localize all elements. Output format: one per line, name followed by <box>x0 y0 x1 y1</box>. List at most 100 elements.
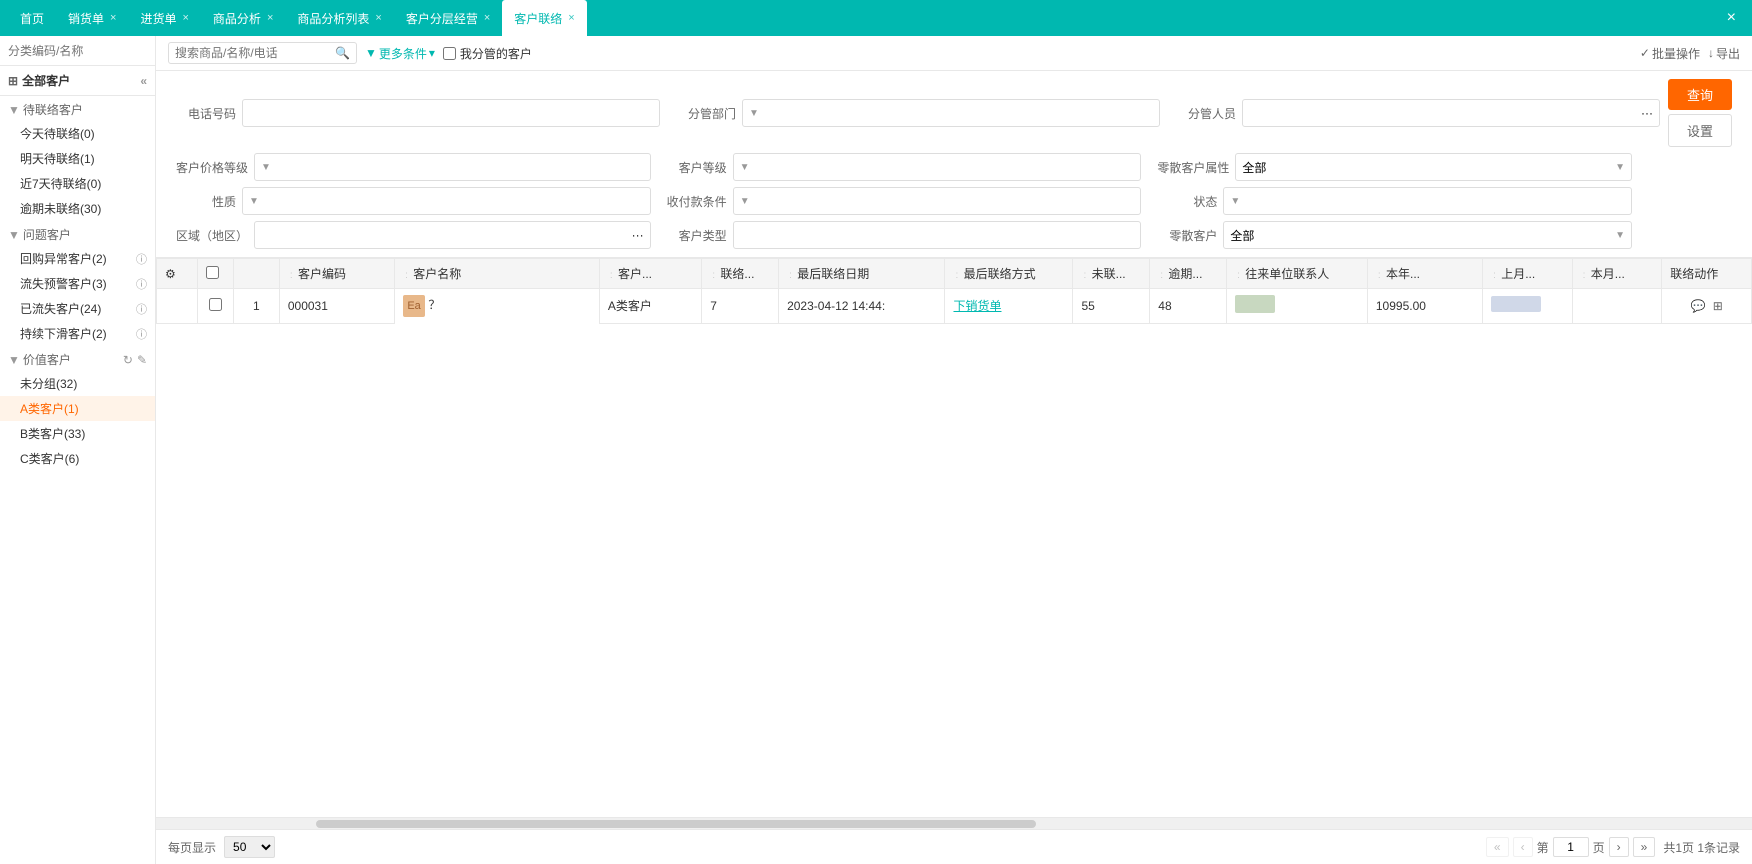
col-sep-od: : <box>1160 270 1163 281</box>
col-sep-cy: : <box>1378 270 1381 281</box>
close-customer-contact[interactable]: × <box>568 12 574 24</box>
nav-home[interactable]: 首页 <box>8 0 56 36</box>
data-table: ⚙ : 客户编码 : 客户名称 : 客户... <box>156 258 1752 324</box>
sidebar-item-overdue-contact[interactable]: 逾期未联络(30) <box>0 196 155 221</box>
sidebar-group-value[interactable]: ▼ 价值客户 ↻ ✎ <box>0 346 155 371</box>
filter-dept-label: 分管部门 <box>676 105 736 122</box>
sidebar-group-pending[interactable]: ▼ 待联络客户 <box>0 96 155 121</box>
filter-row-2: 客户价格等级 ▼ 客户等级 ▼ 零散客户属性 全部 ▼ <box>168 153 1740 181</box>
checkbox-all[interactable] <box>206 266 219 279</box>
more-down-arrow: ▾ <box>429 46 435 60</box>
th-current-month[interactable]: : 本月... <box>1572 259 1662 289</box>
filter-customer-type-input[interactable] <box>733 221 1142 249</box>
filter-search-input[interactable] <box>175 46 335 60</box>
filter-search-icon[interactable]: 🔍 <box>335 46 350 60</box>
td-last-contact-date: 2023-04-12 14:44: <box>779 289 945 324</box>
filter-status-select[interactable]: ▼ <box>1223 187 1632 215</box>
next-page-btn[interactable]: › <box>1609 837 1629 857</box>
th-gear[interactable]: ⚙ <box>157 259 198 289</box>
first-page-btn[interactable]: « <box>1486 837 1509 857</box>
th-type[interactable]: : 客户... <box>599 259 701 289</box>
td-index: 1 <box>233 289 279 324</box>
collapse-all-icon[interactable]: « <box>140 74 147 88</box>
sidebar: 🔍 ⊞ 全部客户 « ▼ 待联络客户 今天待联络(0) 明天待联络(1) 近7天… <box>0 36 156 864</box>
filter-scatter-customer-select[interactable]: 全部 ▼ <box>1223 221 1632 249</box>
close-purchase[interactable]: × <box>182 12 188 24</box>
sidebar-group-problem[interactable]: ▼ 问题客户 <box>0 221 155 246</box>
row-checkbox[interactable] <box>209 298 222 311</box>
col-sep-lcm: : <box>955 270 958 281</box>
filter-dept-select[interactable]: ▼ <box>742 99 1160 127</box>
sidebar-item-a-class[interactable]: A类客户(1) <box>0 396 155 421</box>
sidebar-item-abnormal-repurchase[interactable]: 回购异常客户(2) ⓘ <box>0 246 155 271</box>
td-checkbox[interactable] <box>197 289 233 324</box>
sidebar-item-churned[interactable]: 已流失客户(24) ⓘ <box>0 296 155 321</box>
sidebar-all-customers[interactable]: ⊞ 全部客户 « <box>0 66 155 96</box>
close-customer-tier[interactable]: × <box>484 12 490 24</box>
filter-payment-select[interactable]: ▼ <box>733 187 1142 215</box>
my-customers-check[interactable] <box>443 47 456 60</box>
sidebar-item-7days[interactable]: 近7天待联络(0) <box>0 171 155 196</box>
th-no-contact[interactable]: : 未联... <box>1073 259 1150 289</box>
sidebar-item-c-class[interactable]: C类客户(6) <box>0 446 155 471</box>
nav-customer-tier[interactable]: 客户分层经营 × <box>394 0 502 36</box>
th-overdue[interactable]: : 逾期... <box>1150 259 1227 289</box>
th-contact-person[interactable]: : 往来单位联系人 <box>1227 259 1368 289</box>
last-page-btn[interactable]: » <box>1633 837 1656 857</box>
export-icon: ↓ <box>1708 46 1714 60</box>
nav-goods-analysis[interactable]: 商品分析 × <box>201 0 285 36</box>
close-sales[interactable]: × <box>110 12 116 24</box>
edit-icon[interactable]: ✎ <box>137 353 147 367</box>
contact-method-link[interactable]: 下销货单 <box>953 299 1001 313</box>
nav-sales[interactable]: 销货单 × <box>56 0 128 36</box>
sidebar-item-today[interactable]: 今天待联络(0) <box>0 121 155 146</box>
query-btn[interactable]: 查询 <box>1668 79 1732 110</box>
per-page-select[interactable]: 50 100 200 <box>224 836 275 858</box>
global-close-btn[interactable]: × <box>1719 9 1744 27</box>
th-last-contact-method[interactable]: : 最后联络方式 <box>945 259 1073 289</box>
sidebar-item-tomorrow[interactable]: 明天待联络(1) <box>0 146 155 171</box>
filter-price-level-select[interactable]: ▼ <box>254 153 651 181</box>
scrollbar-thumb[interactable] <box>316 820 1036 828</box>
th-last-contact-date[interactable]: : 最后联络日期 <box>779 259 945 289</box>
nav-purchase[interactable]: 进货单 × <box>128 0 200 36</box>
sidebar-item-b-class[interactable]: B类客户(33) <box>0 421 155 446</box>
th-contact-count[interactable]: : 联络... <box>702 259 779 289</box>
th-last-month[interactable]: : 上月... <box>1483 259 1573 289</box>
close-goods-analysis-list[interactable]: × <box>375 12 381 24</box>
export-btn[interactable]: ↓ 导出 <box>1708 45 1740 62</box>
prev-page-btn[interactable]: ‹ <box>1513 837 1533 857</box>
batch-op-btn[interactable]: ✓ 批量操作 <box>1640 45 1700 62</box>
th-code[interactable]: : 客户编码 <box>279 259 394 289</box>
filter-phone-input[interactable] <box>242 99 660 127</box>
sidebar-item-ungrouped[interactable]: 未分组(32) <box>0 371 155 396</box>
close-goods-analysis[interactable]: × <box>267 12 273 24</box>
col-sep-lcd: : <box>789 270 792 281</box>
settings-btn[interactable]: 设置 <box>1668 114 1732 147</box>
th-checkbox-all[interactable] <box>197 259 233 289</box>
my-customers-checkbox[interactable]: 我分管的客户 <box>443 45 532 62</box>
filter-payment-label: 收付款条件 <box>667 193 727 210</box>
th-name[interactable]: : 客户名称 <box>395 259 600 289</box>
filter-scatter-attr-select[interactable]: 全部 ▼ <box>1235 153 1632 181</box>
scrollbar-area[interactable] <box>156 817 1752 829</box>
tri-pending: ▼ <box>8 103 20 117</box>
refresh-icon[interactable]: ↻ <box>123 353 133 367</box>
page-nav: « ‹ 第 页 › » <box>1486 837 1655 857</box>
sidebar-item-declining[interactable]: 持续下滑客户(2) ⓘ <box>0 321 155 346</box>
nav-customer-contact[interactable]: 客户联络 × <box>502 0 586 36</box>
link-icon[interactable]: ⊞ <box>1713 299 1723 313</box>
page-suffix: 页 <box>1593 839 1605 856</box>
filter-customer-level-select[interactable]: ▼ <box>733 153 1142 181</box>
sidebar-search-input[interactable] <box>8 44 156 58</box>
th-current-year[interactable]: : 本年... <box>1367 259 1482 289</box>
page-input[interactable] <box>1553 837 1589 857</box>
filter-nature-select[interactable]: ▼ <box>242 187 651 215</box>
chat-icon[interactable]: 💬 <box>1690 299 1705 313</box>
filter-more-btn[interactable]: ▼ 更多条件 ▾ <box>365 45 435 62</box>
filter-manager-input[interactable]: ··· <box>1242 99 1660 127</box>
filter-region-input[interactable]: ··· <box>254 221 651 249</box>
nav-goods-analysis-list[interactable]: 商品分析列表 × <box>285 0 393 36</box>
sidebar-item-churn-warning[interactable]: 流失预警客户(3) ⓘ <box>0 271 155 296</box>
td-last-contact-method[interactable]: 下销货单 <box>945 289 1073 324</box>
